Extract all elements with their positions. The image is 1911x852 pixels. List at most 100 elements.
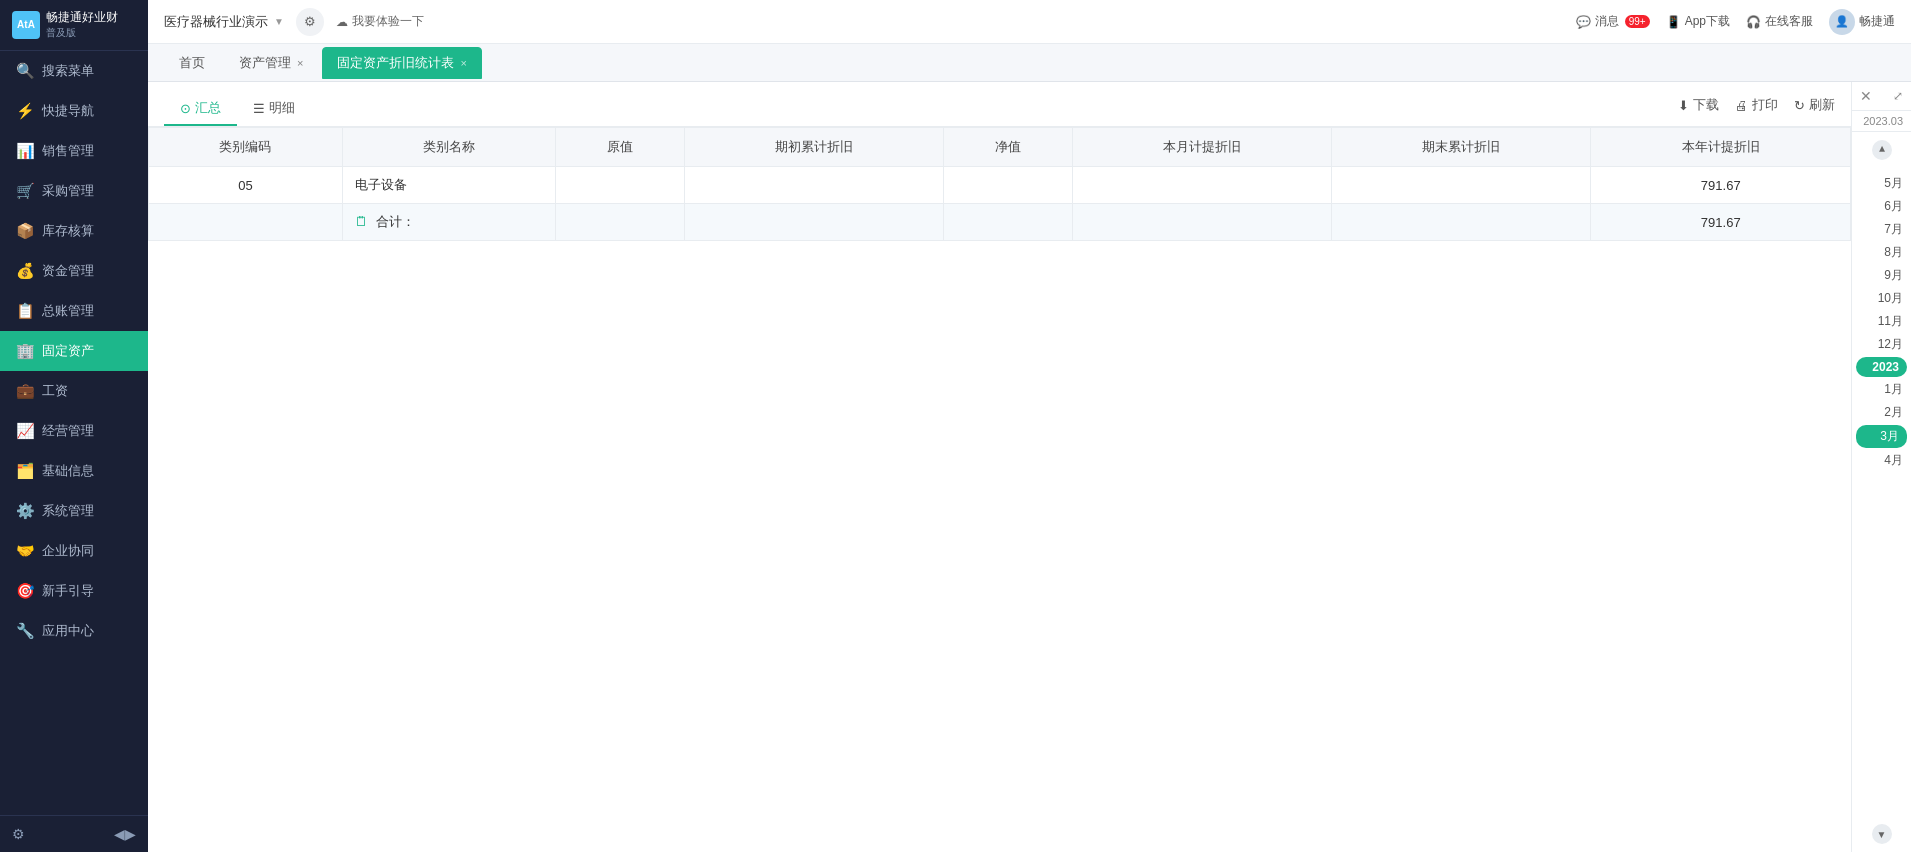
right-panel-expand-button[interactable]: ⤢ <box>1893 89 1903 103</box>
settings-icon[interactable]: ⚙ <box>12 826 25 842</box>
total-closing-depr <box>1332 204 1591 241</box>
company-selector[interactable]: 医疗器械行业演示 ▼ <box>164 13 284 31</box>
assets-icon: 🏢 <box>16 342 34 360</box>
sidebar-item-label-funds: 资金管理 <box>42 262 94 280</box>
month-item-3[interactable]: 3月 <box>1856 425 1907 448</box>
app-download-button[interactable]: 📱 App下载 <box>1666 13 1730 30</box>
month-item-11[interactable]: 11月 <box>1852 310 1911 333</box>
guide-icon: 🎯 <box>16 582 34 600</box>
right-panel-close-button[interactable]: ✕ <box>1860 88 1872 104</box>
cell-original <box>556 167 684 204</box>
sidebar-item-label-purchase: 采购管理 <box>42 182 94 200</box>
month-item-4[interactable]: 4月 <box>1852 449 1911 472</box>
download-button[interactable]: ⬇ 下载 <box>1678 96 1719 114</box>
depreciation-table: 类别编码 类别名称 原值 期初累计折旧 净值 本月计提折旧 期末累计折旧 本年计… <box>148 127 1851 241</box>
month-item-10[interactable]: 10月 <box>1852 287 1911 310</box>
total-annual-depr: 791.67 <box>1591 204 1851 241</box>
sidebar-item-operations[interactable]: 📈经营管理 <box>0 411 148 451</box>
print-icon: 🖨 <box>1735 98 1748 113</box>
ledger-icon: 📋 <box>16 302 34 320</box>
summary-tab-label: 汇总 <box>195 99 221 117</box>
toggle-sidebar-button[interactable]: ◀▶ <box>114 826 136 842</box>
cell-closing-depr <box>1332 167 1591 204</box>
month-item-12[interactable]: 12月 <box>1852 333 1911 356</box>
month-item-5[interactable]: 5月 <box>1852 172 1911 195</box>
total-net-value <box>944 204 1072 241</box>
total-label: 合计： <box>376 214 415 229</box>
logo-sub: 普及版 <box>46 26 118 40</box>
sidebar-item-assets[interactable]: 🏢 固定资产 <box>0 331 148 371</box>
sidebar-item-label-collab: 企业协同 <box>42 542 94 560</box>
sidebar-item-search[interactable]: 🔍搜索菜单 <box>0 51 148 91</box>
asset-mgmt-tab-label: 资产管理 <box>239 54 291 72</box>
basic-icon: 🗂️ <box>16 462 34 480</box>
month-item-2[interactable]: 2月 <box>1852 401 1911 424</box>
depreciation-tab-close[interactable]: × <box>460 57 466 69</box>
sidebar-item-label-payroll: 工资 <box>42 382 68 400</box>
quicknav-icon: ⚡ <box>16 102 34 120</box>
month-item-9[interactable]: 9月 <box>1852 264 1911 287</box>
cell-code: 05 <box>149 167 343 204</box>
tab-summary[interactable]: ⊙ 汇总 <box>164 92 237 126</box>
col-header-net-value: 净值 <box>944 128 1072 167</box>
print-button[interactable]: 🖨 打印 <box>1735 96 1778 114</box>
logo-title: 畅捷通好业财 <box>46 10 118 26</box>
tab-asset-mgmt[interactable]: 资产管理 × <box>224 47 318 79</box>
company-name: 医疗器械行业演示 <box>164 13 268 31</box>
cell-opening-depr <box>684 167 943 204</box>
sidebar-item-payroll[interactable]: 💼工资 <box>0 371 148 411</box>
detail-tab-icon: ☰ <box>253 101 265 116</box>
sidebar-item-basic[interactable]: 🗂️ 基础信息 <box>0 451 148 491</box>
tab-depreciation[interactable]: 固定资产折旧统计表 × <box>322 47 481 79</box>
content-main: ⊙ 汇总 ☰ 明细 ⬇ 下载 🖨 打印 <box>148 82 1851 852</box>
funds-icon: 💰 <box>16 262 34 280</box>
topbar: 医疗器械行业演示 ▼ ⚙ ☁ 我要体验一下 💬 消息 99+ 📱 App下载 🎧… <box>148 0 1911 44</box>
col-header-closing-depr: 期末累计折旧 <box>1332 128 1591 167</box>
month-item-8[interactable]: 8月 <box>1852 241 1911 264</box>
sidebar-item-label-guide: 新手引导 <box>42 582 94 600</box>
sidebar-item-appcenter[interactable]: 🔧应用中心 <box>0 611 148 651</box>
table-total-row: 🗒 合计： 791.67 <box>149 204 1851 241</box>
sidebar-item-ledger[interactable]: 📋总账管理 <box>0 291 148 331</box>
month-item-7[interactable]: 7月 <box>1852 218 1911 241</box>
month-item-6[interactable]: 6月 <box>1852 195 1911 218</box>
timeline-header-date: 2023.03 <box>1852 111 1911 132</box>
asset-mgmt-tab-close[interactable]: × <box>297 57 303 69</box>
sidebar-item-purchase[interactable]: 🛒采购管理 <box>0 171 148 211</box>
total-original <box>556 204 684 241</box>
appcenter-icon: 🔧 <box>16 622 34 640</box>
logo-icon: AtA <box>12 11 40 39</box>
toolbar: ⬇ 下载 🖨 打印 ↻ 刷新 <box>1678 96 1835 122</box>
sidebar-item-label-assets: 固定资产 <box>42 342 94 360</box>
topbar-settings-button[interactable]: ⚙ <box>296 8 324 36</box>
sidebar-item-sales[interactable]: 📊销售管理 <box>0 131 148 171</box>
sidebar-item-inventory[interactable]: 📦库存核算 <box>0 211 148 251</box>
total-label-cell: 🗒 合计： <box>342 204 555 241</box>
total-icon: 🗒 <box>355 214 368 229</box>
tab-home[interactable]: 首页 <box>164 47 220 79</box>
year-marker-2023[interactable]: 2023 <box>1856 357 1907 377</box>
message-button[interactable]: 💬 消息 99+ <box>1576 13 1650 30</box>
experience-button[interactable]: ☁ 我要体验一下 <box>336 13 424 30</box>
col-header-original: 原值 <box>556 128 684 167</box>
sidebar-item-guide[interactable]: 🎯 新手引导 <box>0 571 148 611</box>
sidebar-item-collab[interactable]: 🤝企业协同 <box>0 531 148 571</box>
phone-icon: 📱 <box>1666 15 1681 29</box>
home-tab-label: 首页 <box>179 54 205 72</box>
app-logo: AtA 畅捷通好业财 普及版 <box>0 0 148 51</box>
tab-detail[interactable]: ☰ 明细 <box>237 92 311 126</box>
download-btn-label: 下载 <box>1693 96 1719 114</box>
col-header-monthly-depr: 本月计提折旧 <box>1072 128 1331 167</box>
timeline-down-arrow[interactable]: ▼ <box>1852 816 1911 852</box>
sidebar-item-funds[interactable]: 💰 资金管理 <box>0 251 148 291</box>
online-service-button[interactable]: 🎧 在线客服 <box>1746 13 1813 30</box>
month-item-1[interactable]: 1月 <box>1852 378 1911 401</box>
sidebar-item-label-basic: 基础信息 <box>42 462 94 480</box>
timeline-up-arrow[interactable]: ▼ <box>1852 132 1911 168</box>
col-header-opening-depr: 期初累计折旧 <box>684 128 943 167</box>
user-menu[interactable]: 👤 畅捷通 <box>1829 9 1895 35</box>
sidebar-item-system[interactable]: ⚙️系统管理 <box>0 491 148 531</box>
refresh-button[interactable]: ↻ 刷新 <box>1794 96 1835 114</box>
summary-tab-icon: ⊙ <box>180 101 191 116</box>
sidebar-item-quicknav[interactable]: ⚡快捷导航 <box>0 91 148 131</box>
